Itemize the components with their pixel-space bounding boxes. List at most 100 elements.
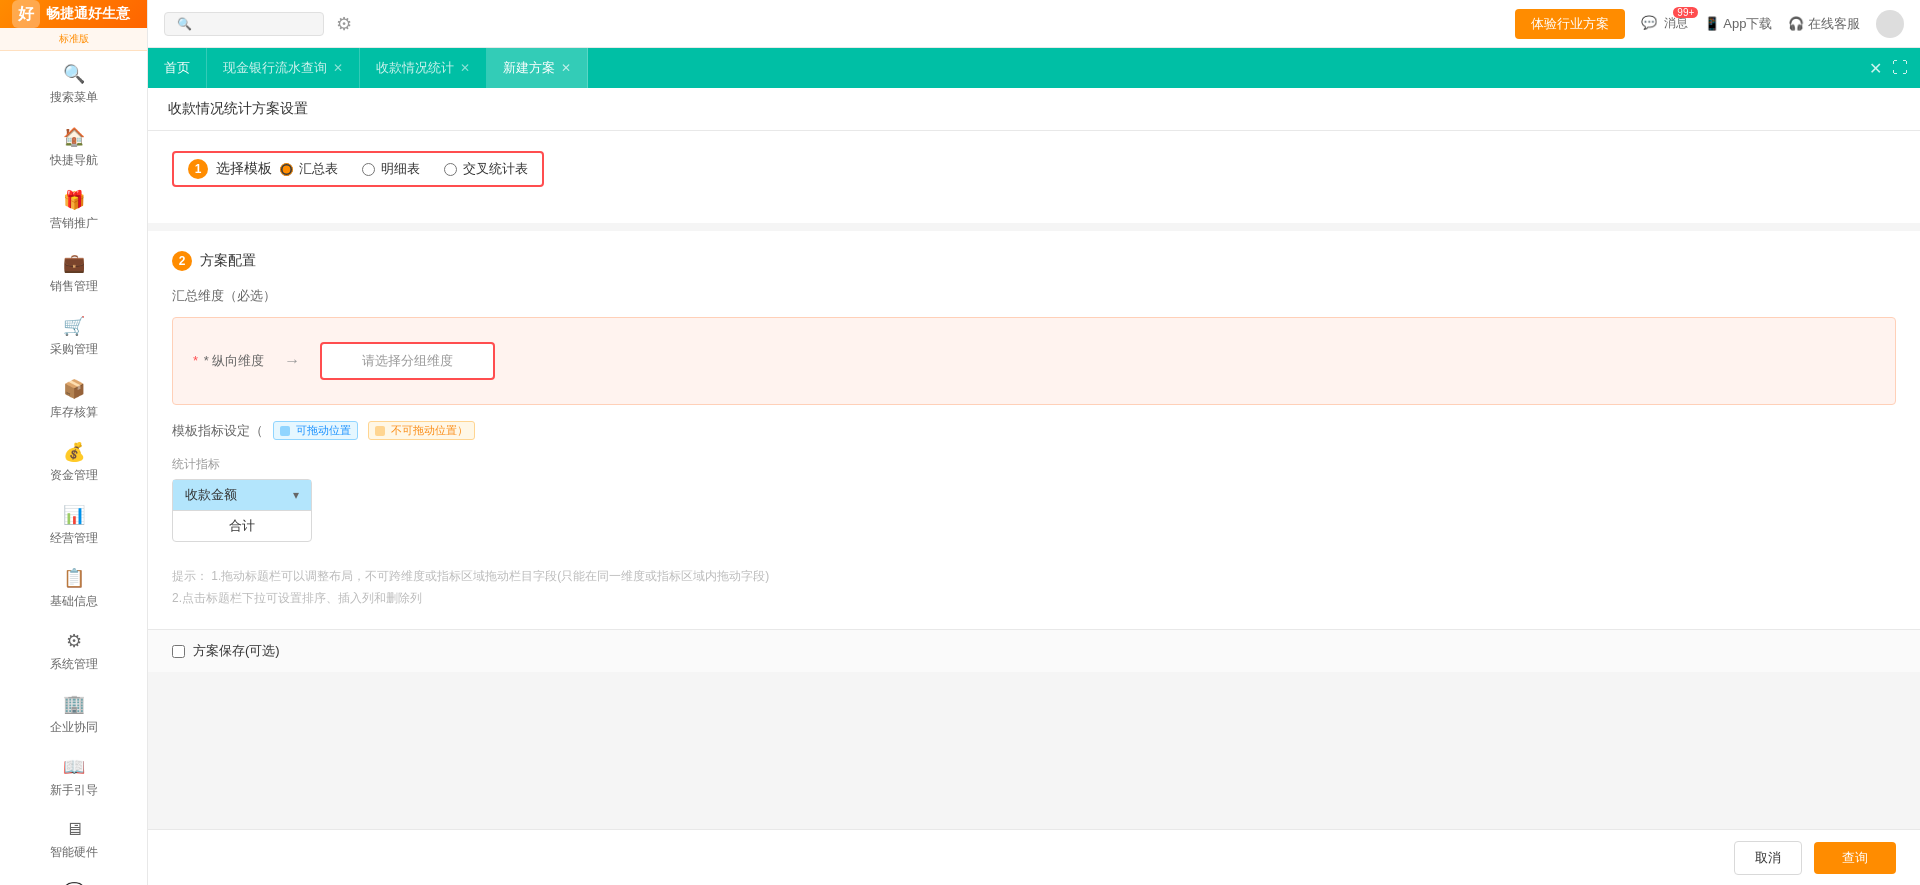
tab-collection-stats-close[interactable]: ✕ [460, 61, 470, 75]
sidebar-item-wechat[interactable]: 💬 企业微信 [0, 869, 147, 885]
inventory-icon: 📦 [63, 378, 85, 400]
metrics-column-label: 收款金额 [185, 486, 237, 504]
sidebar-logo: 好 畅捷通好生意 [0, 0, 147, 28]
sidebar-item-label: 智能硬件 [50, 844, 98, 861]
step1-number: 1 [188, 159, 208, 179]
metrics-table-total: 合计 [173, 511, 311, 541]
basic-info-icon: 📋 [63, 567, 85, 589]
step1-label: 1 选择模板 汇总表 明细表 交叉统计表 [172, 151, 1896, 187]
tab-bank-flow-close[interactable]: ✕ [333, 61, 343, 75]
tab-new-plan[interactable]: 新建方案 ✕ [487, 48, 588, 88]
tab-new-plan-close[interactable]: ✕ [561, 61, 571, 75]
tab-bank-flow[interactable]: 现金银行流水查询 ✕ [207, 48, 360, 88]
sidebar-item-smart-hw[interactable]: 🖥 智能硬件 [0, 807, 147, 869]
hint-2: 2.点击标题栏下拉可设置排序、插入列和删除列 [172, 588, 1896, 610]
metrics-table-area: 统计指标 收款金额 ▾ 合计 [172, 448, 1896, 546]
metrics-table-header[interactable]: 收款金额 ▾ [173, 480, 311, 511]
tab-collection-stats[interactable]: 收款情况统计 ✕ [360, 48, 487, 88]
enterprise-icon: 🏢 [63, 693, 85, 715]
save-label[interactable]: 方案保存(可选) [193, 642, 280, 660]
main-area: 🔍 ⚙ 体验行业方案 💬 99+ 消息 📱 App下载 🎧 在线客服 [148, 0, 1920, 885]
tab-close-all-icon[interactable]: ✕ [1869, 59, 1882, 78]
dim-placeholder: 请选择分组维度 [362, 353, 453, 368]
tab-bank-flow-label: 现金银行流水查询 [223, 59, 327, 77]
sidebar-item-label: 营销推广 [50, 215, 98, 232]
metrics-config-section: 模板指标设定（ 可拖动位置 不可拖动位置） 统计指标 收款金 [172, 421, 1896, 609]
smart-hw-icon: 🖥 [65, 819, 83, 840]
page-title: 收款情况统计方案设置 [168, 100, 308, 116]
radio-cross-input[interactable] [444, 163, 457, 176]
sidebar-item-search-menu[interactable]: 🔍 搜索菜单 [0, 51, 147, 114]
sidebar-item-label: 基础信息 [50, 593, 98, 610]
cancel-button[interactable]: 取消 [1734, 841, 1802, 875]
headset-icon: 🎧 [1788, 16, 1804, 31]
sidebar-item-label: 系统管理 [50, 656, 98, 673]
sidebar-item-label: 库存核算 [50, 404, 98, 421]
purchase-icon: 🛒 [63, 315, 85, 337]
logo-text: 畅捷通好生意 [46, 5, 130, 23]
page-footer: 方案保存(可选) [148, 629, 1920, 672]
radio-detail-input[interactable] [362, 163, 375, 176]
radio-detail-label: 明细表 [381, 160, 420, 178]
tab-collection-stats-label: 收款情况统计 [376, 59, 454, 77]
search-icon: 🔍 [177, 17, 192, 31]
save-checkbox[interactable] [172, 645, 185, 658]
sidebar-item-purchase[interactable]: 🛒 采购管理 [0, 303, 147, 366]
dimension-area: * * 纵向维度 → 请选择分组维度 [172, 317, 1896, 405]
industry-btn[interactable]: 体验行业方案 [1515, 9, 1625, 39]
sidebar-item-label: 新手引导 [50, 782, 98, 799]
notification-count: 99+ [1673, 7, 1698, 18]
quick-nav-icon: 🏠 [63, 126, 85, 148]
tab-expand-icon[interactable]: ⛶ [1892, 59, 1908, 77]
query-button[interactable]: 查询 [1814, 842, 1896, 874]
step2-label: 2 方案配置 [172, 251, 1896, 271]
radio-cross-label: 交叉统计表 [463, 160, 528, 178]
metrics-section-label: 统计指标 [172, 456, 1896, 473]
sidebar-item-basic-info[interactable]: 📋 基础信息 [0, 555, 147, 618]
topbar-avatar[interactable] [1876, 10, 1904, 38]
bell-icon: 💬 [1641, 15, 1657, 30]
operations-icon: 📊 [63, 504, 85, 526]
sidebar-item-marketing[interactable]: 🎁 营销推广 [0, 177, 147, 240]
step2-number: 2 [172, 251, 192, 271]
sidebar-item-label: 资金管理 [50, 467, 98, 484]
radio-summary-input[interactable] [280, 163, 293, 176]
support-btn[interactable]: 🎧 在线客服 [1788, 15, 1860, 33]
gear-button[interactable]: ⚙ [336, 13, 352, 35]
sidebar: 好 畅捷通好生意 标准版 🔍 搜索菜单 🏠 快捷导航 🎁 营销推广 💼 销售管理… [0, 0, 148, 885]
sidebar-item-quick-nav[interactable]: 🏠 快捷导航 [0, 114, 147, 177]
topbar-icons: 💬 99+ 消息 📱 App下载 🎧 在线客服 [1641, 10, 1904, 38]
sidebar-item-inventory[interactable]: 📦 库存核算 [0, 366, 147, 429]
radio-cross[interactable]: 交叉统计表 [444, 160, 528, 178]
sidebar-item-enterprise[interactable]: 🏢 企业协同 [0, 681, 147, 744]
radio-summary[interactable]: 汇总表 [280, 160, 338, 178]
wechat-icon: 💬 [63, 881, 85, 885]
radio-detail[interactable]: 明细表 [362, 160, 420, 178]
tab-home[interactable]: 首页 [148, 48, 207, 88]
sales-icon: 💼 [63, 252, 85, 274]
sidebar-item-system[interactable]: ⚙ 系统管理 [0, 618, 147, 681]
sidebar-item-label: 快捷导航 [50, 152, 98, 169]
finance-icon: 💰 [63, 441, 85, 463]
tab-new-plan-label: 新建方案 [503, 59, 555, 77]
step1-title: 选择模板 [216, 160, 272, 178]
search-bar[interactable]: 🔍 [164, 12, 324, 36]
notification-bell[interactable]: 💬 99+ 消息 [1641, 15, 1689, 32]
sidebar-item-label: 企业协同 [50, 719, 98, 736]
tabbar: 首页 现金银行流水查询 ✕ 收款情况统计 ✕ 新建方案 ✕ ✕ ⛶ [148, 48, 1920, 88]
vertical-dim-label: * * 纵向维度 [193, 352, 264, 370]
topbar: 🔍 ⚙ 体验行业方案 💬 99+ 消息 📱 App下载 🎧 在线客服 [148, 0, 1920, 48]
download-icon: 📱 [1704, 16, 1720, 31]
sidebar-item-operations[interactable]: 📊 经营管理 [0, 492, 147, 555]
summary-dim-section: 汇总维度（必选） * * 纵向维度 → 请选择分组维度 [172, 287, 1896, 405]
sidebar-item-label: 经营管理 [50, 530, 98, 547]
dim-select[interactable]: 请选择分组维度 [320, 342, 495, 380]
sidebar-item-finance[interactable]: 💰 资金管理 [0, 429, 147, 492]
metrics-dropdown-icon[interactable]: ▾ [293, 488, 299, 502]
action-bar: 取消 查询 [148, 829, 1920, 885]
notification-label: 消息 [1664, 16, 1688, 30]
page-header: 收款情况统计方案设置 [148, 88, 1920, 131]
sidebar-item-guide[interactable]: 📖 新手引导 [0, 744, 147, 807]
sidebar-item-sales[interactable]: 💼 销售管理 [0, 240, 147, 303]
download-app-btn[interactable]: 📱 App下载 [1704, 15, 1772, 33]
